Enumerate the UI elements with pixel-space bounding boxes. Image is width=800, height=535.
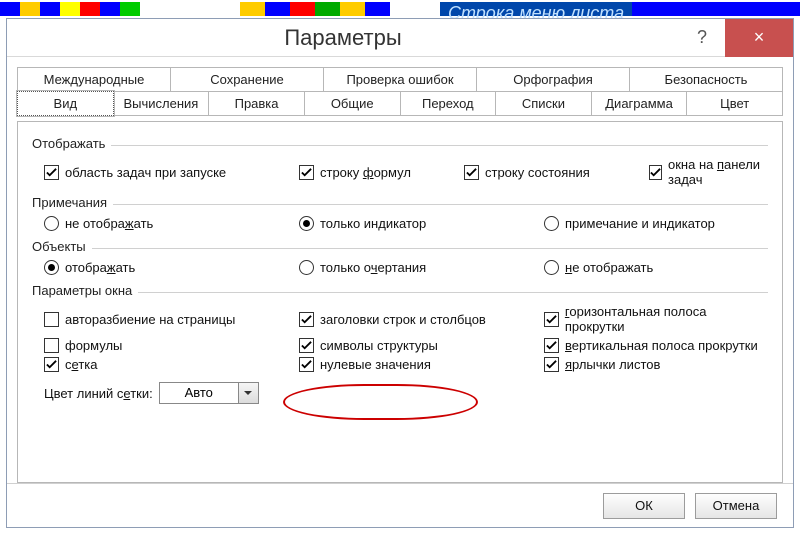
tab-security[interactable]: Безопасность: [629, 67, 783, 92]
group-window-params: Параметры окна: [32, 283, 768, 298]
label-comments-none: не отображать: [65, 216, 153, 231]
checkbox-formula-bar[interactable]: [299, 165, 314, 180]
radio-objects-show[interactable]: [44, 260, 59, 275]
label-windows-taskbar: окна на панели задач: [668, 157, 768, 187]
tab-general[interactable]: Общие: [304, 91, 401, 116]
checkbox-hscroll[interactable]: [544, 312, 559, 327]
radio-objects-hide[interactable]: [544, 260, 559, 275]
background-decoration: Строка меню листа: [0, 0, 800, 18]
tab-lists[interactable]: Списки: [495, 91, 592, 116]
group-comments: Примечания: [32, 195, 768, 210]
cancel-button[interactable]: Отмена: [695, 493, 777, 519]
tab-edit[interactable]: Правка: [208, 91, 305, 116]
group-display: Отображать: [32, 136, 768, 151]
label-page-breaks: авторазбиение на страницы: [65, 312, 235, 327]
tab-strip: Международные Сохранение Проверка ошибок…: [7, 57, 793, 122]
label-comments-indicator: только индикатор: [320, 216, 426, 231]
tab-chart[interactable]: Диаграмма: [591, 91, 688, 116]
label-headers: заголовки строк и столбцов: [320, 312, 486, 327]
tab-save[interactable]: Сохранение: [170, 67, 324, 92]
label-formulas: формулы: [65, 338, 122, 353]
tab-international[interactable]: Международные: [17, 67, 171, 92]
group-objects: Объекты: [32, 239, 768, 254]
tab-spelling[interactable]: Орфография: [476, 67, 630, 92]
checkbox-vscroll[interactable]: [544, 338, 559, 353]
combo-grid-color-value: Авто: [160, 383, 238, 403]
titlebar: Параметры ? ×: [7, 19, 793, 57]
checkbox-page-breaks[interactable]: [44, 312, 59, 327]
checkbox-headers[interactable]: [299, 312, 314, 327]
chevron-down-icon[interactable]: [238, 383, 258, 403]
checkbox-sheet-tabs[interactable]: [544, 357, 559, 372]
label-objects-placeholders: только очертания: [320, 260, 426, 275]
options-panel: Отображать область задач при запуске стр…: [17, 121, 783, 483]
close-button[interactable]: ×: [725, 19, 793, 57]
dialog-button-bar: ОК Отмена: [7, 483, 793, 527]
tab-color[interactable]: Цвет: [686, 91, 783, 116]
checkbox-formulas[interactable]: [44, 338, 59, 353]
label-objects-show: отображать: [65, 260, 135, 275]
radio-comments-indicator[interactable]: [299, 216, 314, 231]
label-hscroll: горизонтальная полоса прокрутки: [565, 304, 768, 334]
radio-comments-both[interactable]: [544, 216, 559, 231]
label-gridlines: сетка: [65, 357, 97, 372]
label-status-bar: строку состояния: [485, 165, 590, 180]
label-sheet-tabs: ярлычки листов: [565, 357, 660, 372]
ok-button[interactable]: ОК: [603, 493, 685, 519]
radio-comments-none[interactable]: [44, 216, 59, 231]
tab-transition[interactable]: Переход: [400, 91, 497, 116]
tab-calculation[interactable]: Вычисления: [113, 91, 210, 116]
help-button[interactable]: ?: [679, 19, 725, 57]
label-vscroll: вертикальная полоса прокрутки: [565, 338, 758, 353]
label-formula-bar: строку формул: [320, 165, 411, 180]
radio-objects-placeholders[interactable]: [299, 260, 314, 275]
tab-error-checking[interactable]: Проверка ошибок: [323, 67, 477, 92]
checkbox-zeros[interactable]: [299, 357, 314, 372]
label-zeros: нулевые значения: [320, 357, 431, 372]
label-grid-color: Цвет линий сетки:: [44, 386, 153, 401]
tab-view[interactable]: Вид: [17, 91, 114, 116]
options-dialog: Параметры ? × Международные Сохранение П…: [6, 18, 794, 528]
sheet-menu-banner: Строка меню листа: [440, 2, 632, 16]
checkbox-status-bar[interactable]: [464, 165, 479, 180]
checkbox-gridlines[interactable]: [44, 357, 59, 372]
label-outline: символы структуры: [320, 338, 438, 353]
checkbox-outline[interactable]: [299, 338, 314, 353]
label-objects-hide: не отображать: [565, 260, 653, 275]
label-comments-both: примечание и индикатор: [565, 216, 715, 231]
combo-grid-color[interactable]: Авто: [159, 382, 259, 404]
checkbox-windows-taskbar[interactable]: [649, 165, 662, 180]
label-task-pane: область задач при запуске: [65, 165, 226, 180]
checkbox-task-pane[interactable]: [44, 165, 59, 180]
dialog-title: Параметры: [7, 25, 679, 51]
